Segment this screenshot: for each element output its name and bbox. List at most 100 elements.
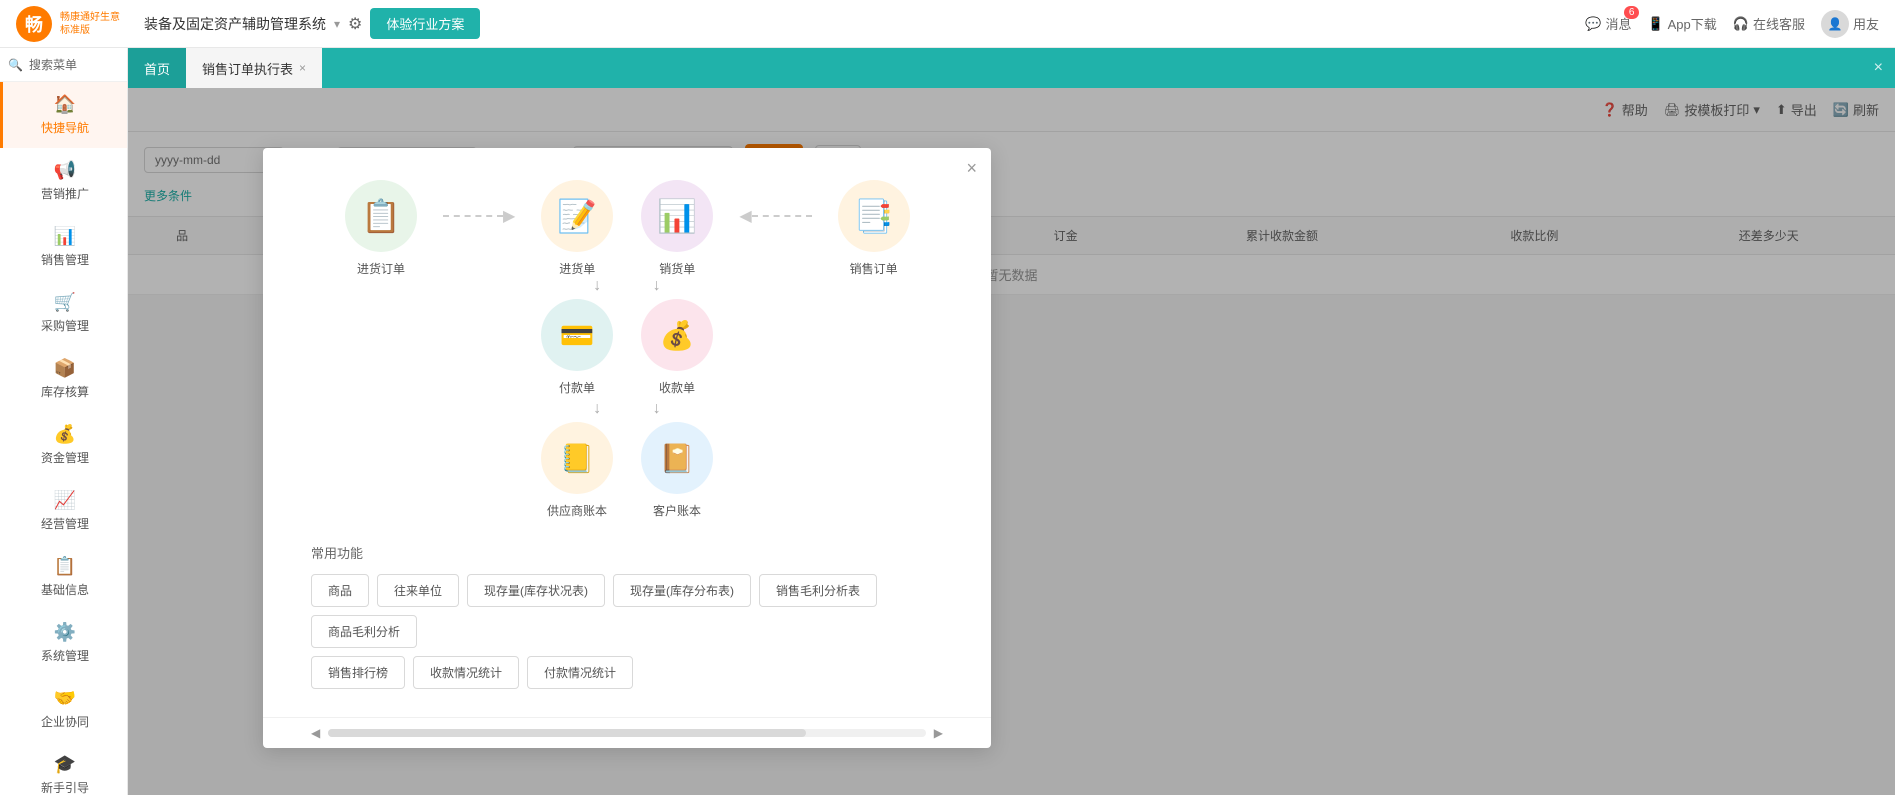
sidebar-label-purchase: 采购管理 bbox=[41, 317, 89, 334]
modal-scrollbar: ◀ ▶ bbox=[263, 717, 991, 748]
app-wrapper: 畅 畅康通好生意 标准版 装备及固定资产辅助管理系统 ▾ ⚙ 体验行业方案 💬 … bbox=[0, 0, 1895, 795]
app-download-label: App下载 bbox=[1668, 14, 1717, 33]
operation-icon: 📈 bbox=[54, 490, 76, 511]
func-btn-stock-dist[interactable]: 现存量(库存分布表) bbox=[613, 574, 751, 607]
sales-bill-label: 销货单 bbox=[659, 260, 695, 277]
app-download-btn[interactable]: 📱 App下载 bbox=[1647, 14, 1716, 33]
avatar: 👤 bbox=[1821, 10, 1849, 38]
settings-icon[interactable]: ⚙ bbox=[348, 14, 362, 34]
scroll-left-btn[interactable]: ◀ bbox=[311, 726, 320, 740]
flow-node-payment-bill[interactable]: 💳 付款单 bbox=[527, 299, 627, 396]
flow-node-receipt-bill[interactable]: 💰 收款单 bbox=[627, 299, 727, 396]
system-info: 装备及固定资产辅助管理系统 ▾ ⚙ 体验行业方案 bbox=[144, 8, 1585, 39]
sidebar-label-operation: 经营管理 bbox=[41, 515, 89, 532]
sidebar-item-operation[interactable]: 📈 经营管理 bbox=[0, 478, 127, 544]
sidebar-label-sales: 销售管理 bbox=[41, 251, 89, 268]
logo-char: 畅 bbox=[25, 11, 43, 37]
online-service-label: 在线客服 bbox=[1753, 14, 1805, 33]
sidebar-item-sales[interactable]: 📊 销售管理 bbox=[0, 214, 127, 280]
func-btn-product[interactable]: 商品 bbox=[311, 574, 369, 607]
sidebar-item-quick-nav[interactable]: 🏠 快捷导航 bbox=[0, 82, 127, 148]
basic-icon: 📋 bbox=[54, 556, 76, 577]
top-bar: 畅 畅康通好生意 标准版 装备及固定资产辅助管理系统 ▾ ⚙ 体验行业方案 💬 … bbox=[0, 0, 1895, 48]
tab-sales-order-exec-label: 销售订单执行表 bbox=[202, 59, 293, 78]
customer-account-label: 客户账本 bbox=[653, 502, 701, 519]
func-btn-stock-status[interactable]: 现存量(库存状况表) bbox=[467, 574, 605, 607]
scroll-right-btn[interactable]: ▶ bbox=[934, 726, 943, 740]
sidebar-label-marketing: 营销推广 bbox=[41, 185, 89, 202]
search-icon: 🔍 bbox=[8, 58, 23, 72]
system-name: 装备及固定资产辅助管理系统 bbox=[144, 14, 326, 34]
sidebar: 🔍 搜索菜单 🏠 快捷导航 📢 营销推广 📊 销售管理 🛒 采购管理 📦 bbox=[0, 48, 128, 795]
scrollbar-thumb[interactable] bbox=[328, 729, 806, 737]
func-btn-sales-profit-analysis[interactable]: 销售毛利分析表 bbox=[759, 574, 877, 607]
page-content: ❓ 帮助 🖨 按模板打印 ▾ ⬆ 导出 🔄 刷新 bbox=[128, 88, 1895, 795]
flow-node-purchase-order[interactable]: 📋 进货订单 bbox=[331, 180, 431, 277]
sales-icon: 📊 bbox=[54, 226, 76, 247]
func-btn-product-profit[interactable]: 商品毛利分析 bbox=[311, 615, 417, 648]
headset-icon: 🎧 bbox=[1733, 16, 1749, 32]
func-btn-partner[interactable]: 往来单位 bbox=[377, 574, 459, 607]
sidebar-item-finance[interactable]: 💰 资金管理 bbox=[0, 412, 127, 478]
sidebar-item-purchase[interactable]: 🛒 采购管理 bbox=[0, 280, 127, 346]
tab-home-label: 首页 bbox=[144, 59, 170, 78]
marketing-icon: 📢 bbox=[54, 160, 76, 181]
tab-sales-order-exec[interactable]: 销售订单执行表 × bbox=[186, 48, 322, 88]
flow-node-supplier-account[interactable]: 📒 供应商账本 bbox=[527, 422, 627, 519]
trial-button[interactable]: 体验行业方案 bbox=[370, 8, 480, 39]
system-dropdown-icon[interactable]: ▾ bbox=[334, 17, 340, 31]
common-funcs-title: 常用功能 bbox=[311, 543, 943, 562]
sidebar-item-basic[interactable]: 📋 基础信息 bbox=[0, 544, 127, 610]
sidebar-item-enterprise[interactable]: 🤝 企业协同 bbox=[0, 676, 127, 742]
sidebar-search[interactable]: 🔍 搜索菜单 bbox=[0, 48, 127, 82]
message-btn[interactable]: 💬 6 消息 bbox=[1585, 14, 1631, 33]
modal-close-btn[interactable]: × bbox=[966, 158, 977, 179]
sales-order-icon: 📑 bbox=[838, 180, 910, 252]
sidebar-label-finance: 资金管理 bbox=[41, 449, 89, 466]
tab-home[interactable]: 首页 bbox=[128, 48, 186, 88]
sidebar-label-guide: 新手引导 bbox=[41, 779, 89, 795]
sidebar-label-basic: 基础信息 bbox=[41, 581, 89, 598]
logo-text: 畅康通好生意 标准版 bbox=[60, 11, 120, 37]
flow-node-purchase-bill[interactable]: 📝 进货单 bbox=[527, 180, 627, 277]
modal-overlay: × 📋 进货订单 bbox=[128, 88, 1895, 795]
common-funcs-section: 常用功能 商品 往来单位 现存量(库存状况表) 现存量(库存分布表) 销售毛利分… bbox=[263, 543, 991, 717]
func-btn-payment-stats[interactable]: 付款情况统计 bbox=[527, 656, 633, 689]
customer-account-icon: 📔 bbox=[641, 422, 713, 494]
sidebar-item-inventory[interactable]: 📦 库存核算 bbox=[0, 346, 127, 412]
user-btn[interactable]: 👤 用友 bbox=[1821, 10, 1879, 38]
message-icon: 💬 bbox=[1585, 16, 1601, 32]
purchase-bill-label: 进货单 bbox=[559, 260, 595, 277]
func-btns-row2: 销售排行榜 收款情况统计 付款情况统计 bbox=[311, 656, 943, 689]
tab-close-icon[interactable]: × bbox=[299, 61, 306, 75]
payment-bill-label: 付款单 bbox=[559, 379, 595, 396]
top-bar-right: 💬 6 消息 📱 App下载 🎧 在线客服 👤 用友 bbox=[1585, 10, 1879, 38]
supplier-account-icon: 📒 bbox=[541, 422, 613, 494]
home-icon: 🏠 bbox=[54, 94, 76, 115]
close-all-tabs-btn[interactable]: × bbox=[1874, 59, 1883, 77]
func-btn-sales-ranking[interactable]: 销售排行榜 bbox=[311, 656, 405, 689]
sidebar-item-marketing[interactable]: 📢 营销推广 bbox=[0, 148, 127, 214]
sidebar-item-guide[interactable]: 🎓 新手引导 bbox=[0, 742, 127, 795]
inventory-icon: 📦 bbox=[54, 358, 76, 379]
flowchart: 📋 进货订单 ▶ 📝 bbox=[263, 148, 991, 543]
modal-box: × 📋 进货订单 bbox=[263, 148, 991, 748]
system-icon: ⚙️ bbox=[54, 622, 76, 643]
enterprise-icon: 🤝 bbox=[54, 688, 76, 709]
flow-node-customer-account[interactable]: 📔 客户账本 bbox=[627, 422, 727, 519]
flow-node-sales-bill[interactable]: 📊 销货单 bbox=[627, 180, 727, 277]
sidebar-label-system: 系统管理 bbox=[41, 647, 89, 664]
purchase-order-label: 进货订单 bbox=[357, 260, 405, 277]
flow-node-sales-order[interactable]: 📑 销售订单 bbox=[824, 180, 924, 277]
online-service-btn[interactable]: 🎧 在线客服 bbox=[1733, 14, 1805, 33]
main-area: 🔍 搜索菜单 🏠 快捷导航 📢 营销推广 📊 销售管理 🛒 采购管理 📦 bbox=[0, 48, 1895, 795]
sidebar-label-quick-nav: 快捷导航 bbox=[41, 119, 89, 136]
receipt-bill-icon: 💰 bbox=[641, 299, 713, 371]
content-area: 首页 销售订单执行表 × × ❓ 帮助 bbox=[128, 48, 1895, 795]
sidebar-item-system[interactable]: ⚙️ 系统管理 bbox=[0, 610, 127, 676]
func-btn-receipt-stats[interactable]: 收款情况统计 bbox=[413, 656, 519, 689]
purchase-bill-icon: 📝 bbox=[541, 180, 613, 252]
func-btns-row1: 商品 往来单位 现存量(库存状况表) 现存量(库存分布表) 销售毛利分析表 商品… bbox=[311, 574, 943, 648]
payment-bill-icon: 💳 bbox=[541, 299, 613, 371]
sales-bill-icon: 📊 bbox=[641, 180, 713, 252]
